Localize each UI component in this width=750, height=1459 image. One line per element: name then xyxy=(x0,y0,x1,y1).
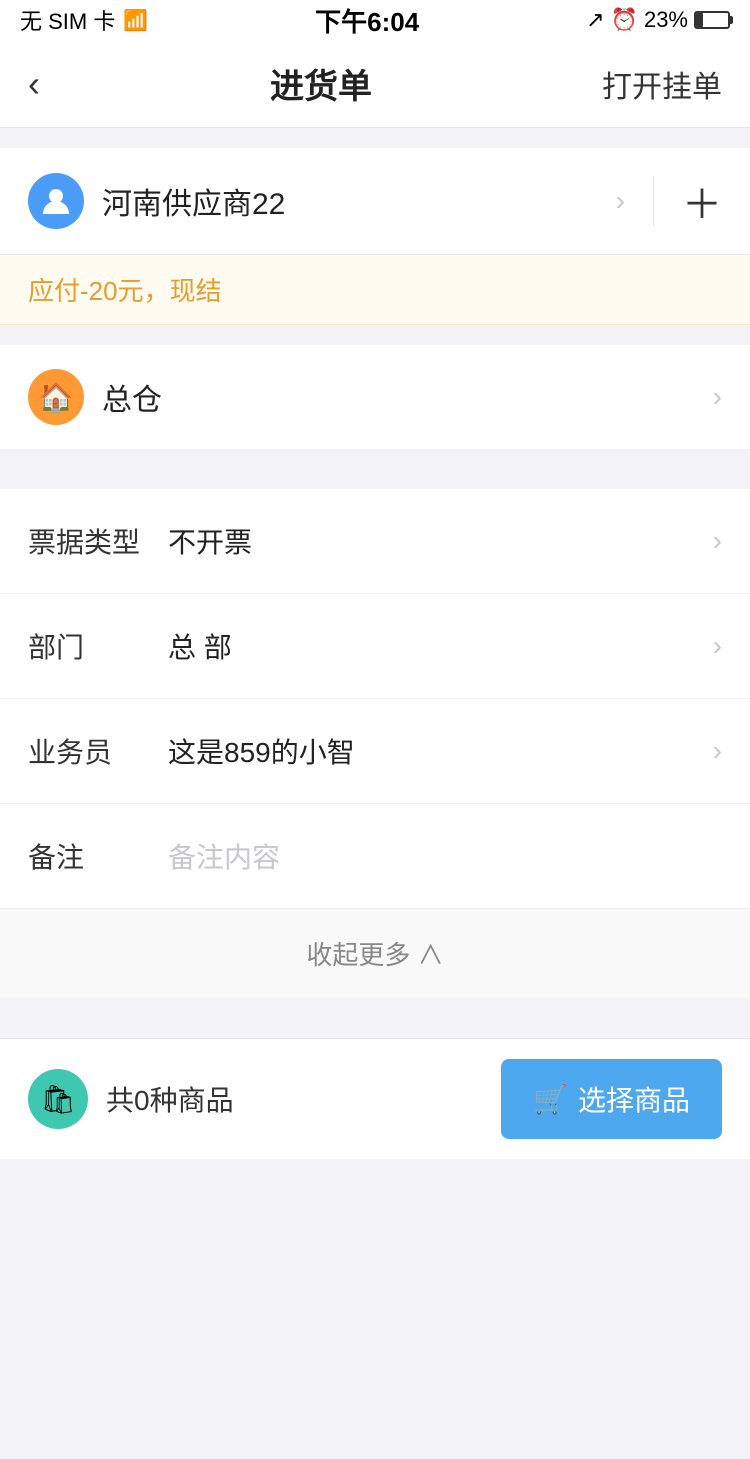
warehouse-row[interactable]: 🏠 总仓 › xyxy=(0,345,750,449)
notice-bar: 应付-20元，现结 xyxy=(0,255,750,325)
form-row-invoice[interactable]: 票据类型 不开票 › xyxy=(0,489,750,594)
wifi-icon: 📶 xyxy=(123,8,148,33)
salesperson-value: 这是859的小智 xyxy=(148,731,713,771)
form-section: 票据类型 不开票 › 部门 总 部 › 业务员 这是859的小智 › 备注 备注… xyxy=(0,489,750,908)
warehouse-icon: 🏠 xyxy=(28,369,84,425)
form-row-salesperson[interactable]: 业务员 这是859的小智 › xyxy=(0,699,750,804)
nav-bar: ‹ 进货单 打开挂单 xyxy=(0,40,750,128)
supplier-avatar xyxy=(28,173,84,229)
department-chevron-icon: › xyxy=(713,630,722,662)
page-rest xyxy=(0,1159,750,1459)
department-value: 总 部 xyxy=(148,626,713,666)
select-product-label: 选择商品 xyxy=(578,1079,690,1119)
sim-label: 无 SIM 卡 xyxy=(20,4,115,36)
location-icon: ↗ xyxy=(586,7,604,33)
invoice-type-chevron-icon: › xyxy=(713,525,722,557)
collapse-bar[interactable]: 收起更多 ∧ xyxy=(0,908,750,998)
add-supplier-button[interactable]: ＋ xyxy=(682,172,722,230)
department-label: 部门 xyxy=(28,626,148,666)
status-right: ↗ ⏰ 23% xyxy=(586,7,730,33)
mid-divider2 xyxy=(0,449,750,469)
notice-text: 应付-20元，现结 xyxy=(28,276,222,306)
product-count: 共0种商品 xyxy=(106,1079,501,1119)
select-product-button[interactable]: 🛒 选择商品 xyxy=(501,1059,722,1139)
collapse-label: 收起更多 ∧ xyxy=(306,935,443,972)
warehouse-section: 🏠 总仓 › xyxy=(0,345,750,449)
page-title: 进货单 xyxy=(270,59,372,108)
invoice-type-value: 不开票 xyxy=(148,521,713,561)
status-left: 无 SIM 卡 📶 xyxy=(20,4,148,36)
open-pending-button[interactable]: 打开挂单 xyxy=(602,62,722,106)
alarm-icon: ⏰ xyxy=(611,7,638,33)
battery-percent: 23% xyxy=(644,7,688,33)
select-product-icon: 🛒 xyxy=(533,1083,568,1116)
mid-divider1 xyxy=(0,325,750,345)
supplier-section: 河南供应商22 › ＋ 应付-20元，现结 xyxy=(0,148,750,325)
vertical-divider xyxy=(653,176,654,226)
person-icon xyxy=(41,186,71,216)
salesperson-chevron-icon: › xyxy=(713,735,722,767)
status-time: 下午6:04 xyxy=(315,2,419,39)
form-row-department[interactable]: 部门 总 部 › xyxy=(0,594,750,699)
remark-value[interactable]: 备注内容 xyxy=(148,836,722,876)
form-row-remark[interactable]: 备注 备注内容 xyxy=(0,804,750,908)
battery-icon xyxy=(694,11,730,29)
bottom-divider xyxy=(0,998,750,1018)
supplier-chevron-icon: › xyxy=(616,185,625,217)
warehouse-chevron-icon: › xyxy=(713,381,722,413)
supplier-actions: › ＋ xyxy=(616,172,722,230)
invoice-type-label: 票据类型 xyxy=(28,521,148,561)
remark-label: 备注 xyxy=(28,836,148,876)
top-divider xyxy=(0,128,750,148)
supplier-name: 河南供应商22 xyxy=(102,179,616,223)
salesperson-label: 业务员 xyxy=(28,731,148,771)
supplier-row[interactable]: 河南供应商22 › ＋ xyxy=(0,148,750,255)
warehouse-name: 总仓 xyxy=(102,375,713,419)
product-icon: 🛍 xyxy=(28,1069,88,1129)
bottom-bar: 🛍 共0种商品 🛒 选择商品 xyxy=(0,1038,750,1159)
status-bar: 无 SIM 卡 📶 下午6:04 ↗ ⏰ 23% xyxy=(0,0,750,40)
back-button[interactable]: ‹ xyxy=(28,63,40,105)
